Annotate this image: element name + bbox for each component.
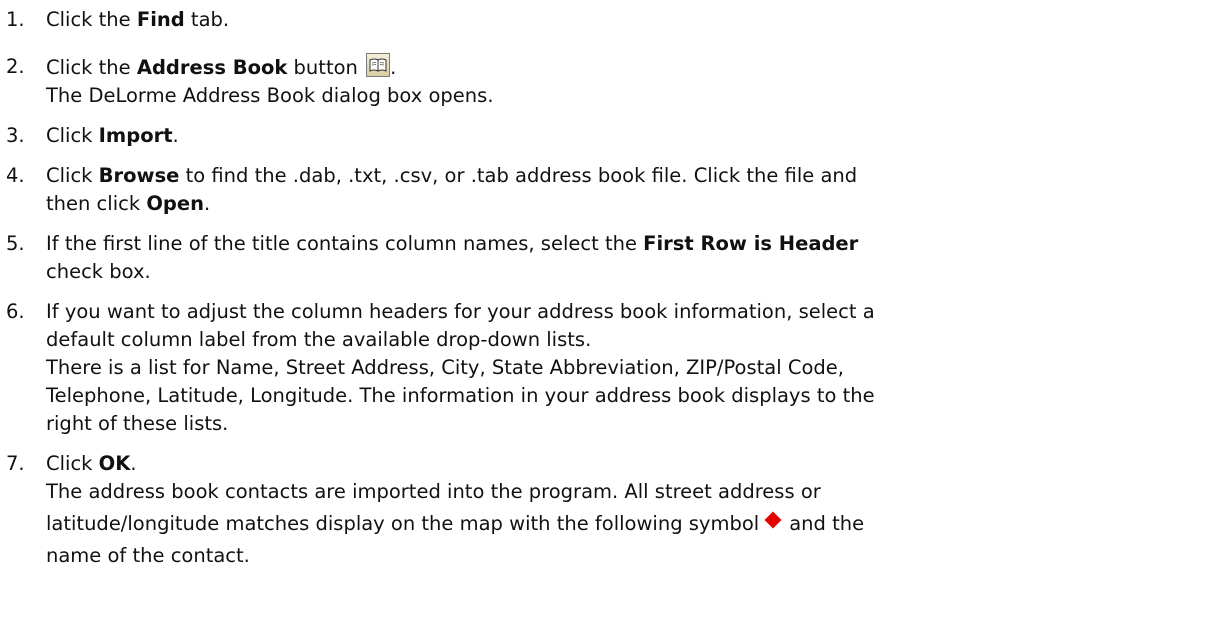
step-number: 4. bbox=[6, 164, 25, 187]
address-book-label: Address Book bbox=[136, 56, 288, 79]
find-tab-label: Find bbox=[136, 8, 185, 31]
step-number: 2. bbox=[6, 55, 25, 78]
step-7: 7. Click OK. The address book contacts a… bbox=[0, 450, 1200, 570]
step-number: 1. bbox=[6, 8, 25, 31]
step-number: 3. bbox=[6, 124, 25, 147]
first-row-header-label: First Row is Header bbox=[643, 232, 859, 255]
red-diamond-symbol-icon bbox=[764, 511, 782, 529]
step-3: 3. Click Import. bbox=[0, 122, 1200, 150]
ok-label: OK bbox=[98, 452, 131, 475]
step-6: 6. If you want to adjust the column head… bbox=[0, 298, 1200, 438]
step-1: 1. Click the Find tab. bbox=[0, 6, 1200, 34]
step-number: 5. bbox=[6, 232, 25, 255]
step-5: 5. If the first line of the title contai… bbox=[0, 230, 1200, 286]
step-2: 2. Click the Address Book button . The D… bbox=[0, 53, 1200, 110]
step-number: 6. bbox=[6, 300, 25, 323]
import-label: Import bbox=[98, 124, 173, 147]
browse-label: Browse bbox=[98, 164, 180, 187]
address-book-icon bbox=[366, 53, 391, 77]
step-4: 4. Click Browse to find the .dab, .txt, … bbox=[0, 162, 1200, 218]
step-number: 7. bbox=[6, 452, 25, 475]
open-label: Open bbox=[146, 192, 204, 215]
instruction-list: 1. Click the Find tab. 2. Click the Addr… bbox=[0, 6, 1200, 570]
